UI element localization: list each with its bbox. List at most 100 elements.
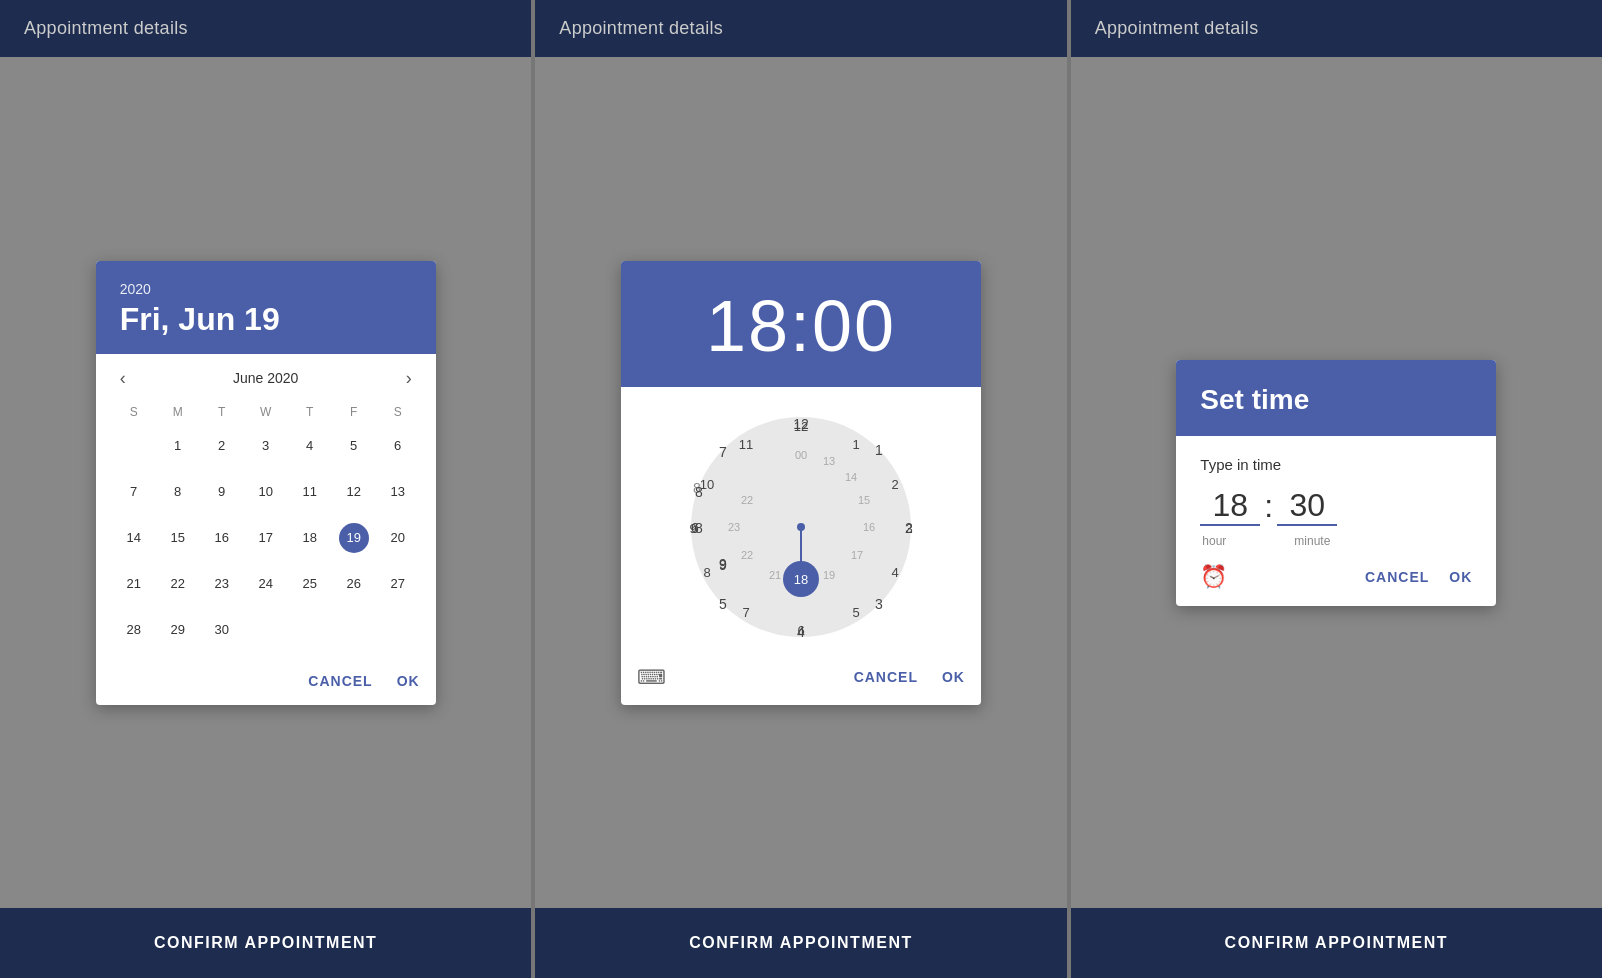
calendar-day[interactable]: 7 bbox=[112, 469, 156, 515]
clock-ok-button[interactable]: OK bbox=[942, 669, 965, 685]
calendar-day[interactable]: 11 bbox=[288, 469, 332, 515]
svg-text:8: 8 bbox=[703, 565, 710, 580]
calendar-day[interactable]: 3 bbox=[244, 423, 288, 469]
calendar-body: ‹ June 2020 › S M T W T F S bbox=[96, 354, 436, 661]
svg-text:18: 18 bbox=[794, 572, 808, 587]
svg-text:11: 11 bbox=[739, 437, 753, 452]
calendar-day bbox=[376, 607, 420, 653]
table-row: 282930 bbox=[112, 607, 420, 653]
settime-title: Set time bbox=[1176, 360, 1496, 436]
calendar-cancel-button[interactable]: CANCEL bbox=[308, 673, 372, 689]
settime-ok-button[interactable]: OK bbox=[1449, 569, 1472, 585]
clock-buttons: CANCEL OK bbox=[854, 669, 965, 685]
calendar-day[interactable]: 9 bbox=[200, 469, 244, 515]
calendar-day[interactable]: 15 bbox=[156, 515, 200, 561]
table-row: 21222324252627 bbox=[112, 561, 420, 607]
confirm-appointment-button-2[interactable]: CONFIRM APPOINTMENT bbox=[535, 926, 1066, 960]
calendar-day[interactable]: 10 bbox=[244, 469, 288, 515]
svg-text:14: 14 bbox=[845, 471, 857, 483]
day-header-t2: T bbox=[288, 401, 332, 423]
calendar-day[interactable]: 24 bbox=[244, 561, 288, 607]
calendar-day bbox=[288, 607, 332, 653]
calendar-day[interactable]: 6 bbox=[376, 423, 420, 469]
calendar-day bbox=[112, 423, 156, 469]
panel-clock-footer: CONFIRM APPOINTMENT bbox=[535, 908, 1066, 978]
day-header-t1: T bbox=[200, 401, 244, 423]
calendar-day[interactable]: 25 bbox=[288, 561, 332, 607]
calendar-day[interactable]: 23 bbox=[200, 561, 244, 607]
table-row: 123456 bbox=[112, 423, 420, 469]
day-header-w: W bbox=[244, 401, 288, 423]
svg-text:00: 00 bbox=[795, 449, 807, 461]
panel-calendar-body: 2020 Fri, Jun 19 ‹ June 2020 › S M T W bbox=[0, 57, 531, 908]
panel-clock-header: Appointment details bbox=[535, 0, 1066, 57]
settime-body: Type in time : hour minute ⏰ CANCEL OK bbox=[1176, 436, 1496, 606]
header-title-settime: Appointment details bbox=[1095, 18, 1259, 38]
calendar-day bbox=[332, 607, 376, 653]
calendar-day[interactable]: 20 bbox=[376, 515, 420, 561]
calendar-day[interactable]: 19 bbox=[332, 515, 376, 561]
calendar-day[interactable]: 2 bbox=[200, 423, 244, 469]
svg-text:16: 16 bbox=[863, 521, 875, 533]
calendar-day[interactable]: 13 bbox=[376, 469, 420, 515]
next-month-button[interactable]: › bbox=[398, 366, 420, 391]
calendar-day[interactable]: 1 bbox=[156, 423, 200, 469]
header-title: Appointment details bbox=[24, 18, 188, 38]
table-row: 14151617181920 bbox=[112, 515, 420, 561]
calendar-year: 2020 bbox=[120, 281, 412, 297]
calendar-day[interactable]: 5 bbox=[332, 423, 376, 469]
minute-input[interactable] bbox=[1277, 487, 1337, 526]
calendar-day[interactable]: 12 bbox=[332, 469, 376, 515]
calendar-date: Fri, Jun 19 bbox=[120, 301, 412, 338]
clock-icon[interactable]: ⏰ bbox=[1200, 564, 1227, 590]
svg-text:6: 6 bbox=[797, 623, 804, 638]
prev-month-button[interactable]: ‹ bbox=[112, 366, 134, 391]
confirm-appointment-button-1[interactable]: CONFIRM APPOINTMENT bbox=[0, 926, 531, 960]
panel-clock-body: 18:00 12 1 2 3 4 5 6 7 8 bbox=[535, 57, 1066, 908]
panel-calendar: Appointment details 2020 Fri, Jun 19 ‹ J… bbox=[0, 0, 531, 978]
clock-actions: ⌨ CANCEL OK bbox=[621, 655, 981, 705]
calendar-day[interactable]: 29 bbox=[156, 607, 200, 653]
hour-sublabel: hour bbox=[1202, 534, 1226, 548]
settime-cancel-button[interactable]: CANCEL bbox=[1365, 569, 1429, 585]
panel-calendar-footer: CONFIRM APPOINTMENT bbox=[0, 908, 531, 978]
calendar-weeks: 1234567891011121314151617181920212223242… bbox=[112, 423, 420, 653]
calendar-day[interactable]: 26 bbox=[332, 561, 376, 607]
hour-input[interactable] bbox=[1200, 487, 1260, 526]
calendar-day[interactable]: 30 bbox=[200, 607, 244, 653]
svg-text:7: 7 bbox=[742, 605, 749, 620]
calendar-day[interactable]: 8 bbox=[156, 469, 200, 515]
clock-circle-container[interactable]: 12 1 2 3 4 5 6 7 8 9 8 9 8 bbox=[681, 407, 921, 647]
calendar-nav: ‹ June 2020 › bbox=[112, 366, 420, 391]
calendar-day[interactable]: 17 bbox=[244, 515, 288, 561]
calendar-day[interactable]: 22 bbox=[156, 561, 200, 607]
svg-text:22: 22 bbox=[741, 549, 753, 561]
svg-text:10: 10 bbox=[700, 477, 714, 492]
calendar-day[interactable]: 14 bbox=[112, 515, 156, 561]
header-title-clock: Appointment details bbox=[559, 18, 723, 38]
svg-text:7: 7 bbox=[719, 444, 727, 460]
calendar-day[interactable]: 16 bbox=[200, 515, 244, 561]
svg-text:3: 3 bbox=[875, 596, 883, 612]
calendar-day[interactable]: 4 bbox=[288, 423, 332, 469]
svg-point-39 bbox=[797, 523, 805, 531]
calendar-ok-button[interactable]: OK bbox=[397, 673, 420, 689]
svg-text:2: 2 bbox=[891, 477, 898, 492]
calendar-day[interactable]: 28 bbox=[112, 607, 156, 653]
clock-cancel-button[interactable]: CANCEL bbox=[854, 669, 918, 685]
calendar-day[interactable]: 18 bbox=[288, 515, 332, 561]
panel-calendar-header: Appointment details bbox=[0, 0, 531, 57]
settime-card: Set time Type in time : hour minute ⏰ CA… bbox=[1176, 360, 1496, 606]
svg-text:9: 9 bbox=[689, 521, 696, 536]
confirm-appointment-button-3[interactable]: CONFIRM APPOINTMENT bbox=[1071, 926, 1602, 960]
keyboard-icon[interactable]: ⌨ bbox=[637, 665, 666, 689]
calendar-day[interactable]: 27 bbox=[376, 561, 420, 607]
svg-text:21: 21 bbox=[769, 569, 781, 581]
svg-text:23: 23 bbox=[728, 521, 740, 533]
calendar-day[interactable]: 21 bbox=[112, 561, 156, 607]
day-header-f: F bbox=[332, 401, 376, 423]
panel-settime-header: Appointment details bbox=[1071, 0, 1602, 57]
svg-text:17: 17 bbox=[851, 549, 863, 561]
svg-text:19: 19 bbox=[823, 569, 835, 581]
day-header-s2: S bbox=[376, 401, 420, 423]
